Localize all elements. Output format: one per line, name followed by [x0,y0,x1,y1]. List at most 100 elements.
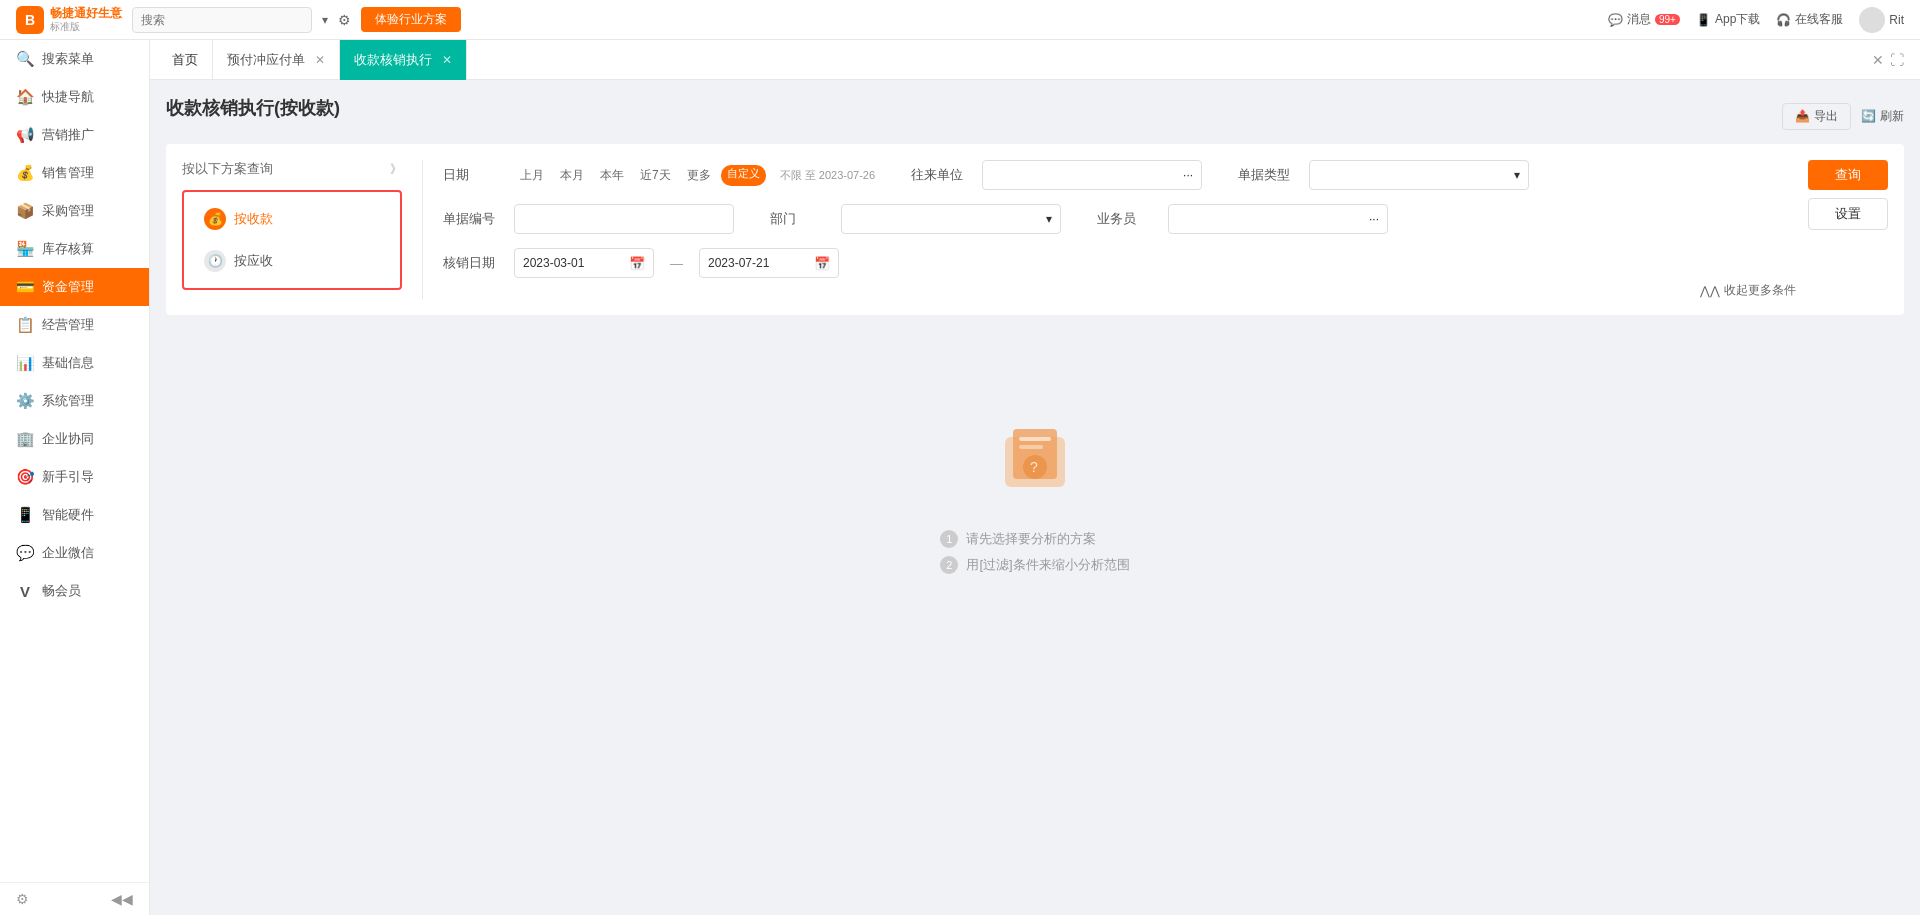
filter-option-by-receivable[interactable]: 🕐 按应收 [194,244,390,278]
date-prev-month-btn[interactable]: 上月 [514,165,550,186]
online-service-btn[interactable]: 🎧 在线客服 [1776,11,1843,28]
sidebar-item-sales[interactable]: 💰 销售管理 [0,154,149,192]
sidebar-item-search-menu[interactable]: 🔍 搜索菜单 [0,40,149,78]
tab-expand-btn[interactable]: ⛶ [1890,52,1904,68]
collapse-more: ⋀⋀ 收起更多条件 [443,282,1796,299]
filter-row-3: 核销日期 2023-03-01 📅 — 2023-07-21 📅 [443,248,1796,278]
sidebar-item-finance[interactable]: 💳 资金管理 [0,268,149,306]
date-custom-badge[interactable]: 自定义 [721,165,766,186]
receipt-icon: 💰 [204,208,226,230]
doc-type-label: 单据类型 [1238,166,1293,184]
filter-row-2: 单据编号 部门 ▾ 业务员 ··· [443,204,1796,234]
sidebar-item-wechat[interactable]: 💬 企业微信 [0,534,149,572]
page-title: 收款核销执行(按收款) [166,96,340,120]
system-icon: ⚙️ [16,392,34,410]
doc-no-label: 单据编号 [443,210,498,228]
tab-home[interactable]: 首页 [158,40,213,80]
home-icon: 🏠 [16,88,34,106]
sidebar-collapse-btn[interactable]: ◀◀ [111,891,133,907]
filter-option-by-receipt[interactable]: 💰 按收款 [194,202,390,236]
version-badge: 标准版 [50,21,122,33]
sidebar-item-purchase[interactable]: 📦 采购管理 [0,192,149,230]
sidebar: 🔍 搜索菜单 🏠 快捷导航 📢 营销推广 💰 销售管理 📦 采购管理 🏪 库存核… [0,40,150,915]
filter-rows: 日期 上月 本月 本年 近7天 更多 自定义 [443,160,1796,278]
date-label: 日期 [443,166,498,184]
date-this-year-btn[interactable]: 本年 [594,165,630,186]
user-area[interactable]: Rit [1859,7,1904,33]
calendar-end-icon: 📅 [814,256,830,271]
counterpart-label: 往来单位 [911,166,966,184]
industry-btn[interactable]: 体验行业方案 [361,7,461,32]
refresh-btn[interactable]: 🔄 刷新 [1861,103,1904,130]
query-btn[interactable]: 查询 [1808,160,1888,190]
tab-close-all-btn[interactable]: ✕ [1872,52,1884,68]
filter-left: 按以下方案查询 》 💰 按收款 🕐 按应收 [182,160,402,299]
sidebar-item-inventory[interactable]: 🏪 库存核算 [0,230,149,268]
sidebar-item-basic-info[interactable]: 📊 基础信息 [0,344,149,382]
top-header: B 畅捷通好生意 标准版 ▾ ⚙ 体验行业方案 💬 消息 99+ 📱 App下载… [0,0,1920,40]
filter-settings-btn[interactable]: 设置 [1808,198,1888,230]
settings-icon[interactable]: ⚙ [338,12,351,28]
user-name: Rit [1889,13,1904,27]
date-this-month-btn[interactable]: 本月 [554,165,590,186]
message-btn[interactable]: 💬 消息 99+ [1608,11,1680,28]
dept-select[interactable]: ▾ [841,204,1061,234]
search-input[interactable] [132,7,312,33]
inventory-icon: 🏪 [16,240,34,258]
tab-prepay[interactable]: 预付冲应付单 ✕ [213,40,340,80]
staff-select[interactable]: ··· [1168,204,1388,234]
search-dropdown-btn[interactable]: ▾ [322,13,328,27]
empty-illustration: ? [985,407,1085,510]
verify-date-end[interactable]: 2023-07-21 📅 [699,248,839,278]
doc-type-chevron: ▾ [1514,168,1520,182]
filter-actions: 查询 设置 [1808,160,1888,299]
doc-no-input[interactable] [514,204,734,234]
page-header-actions: 📤 导出 🔄 刷新 [1782,103,1904,130]
collapse-icon: ⋀⋀ [1700,284,1720,298]
svg-rect-2 [1019,437,1051,441]
counterpart-select[interactable]: ··· [982,160,1202,190]
avatar [1859,7,1885,33]
receivable-icon: 🕐 [204,250,226,272]
basic-info-icon: 📊 [16,354,34,372]
collapse-more-btn[interactable]: ⋀⋀ 收起更多条件 [1700,282,1796,299]
tab-receivable[interactable]: 收款核销执行 ✕ [340,40,467,80]
sidebar-item-member[interactable]: V 畅会员 [0,572,149,610]
verify-date-start[interactable]: 2023-03-01 📅 [514,248,654,278]
date-no-limit: 不限 至 2023-07-26 [780,168,875,183]
staff-dots: ··· [1369,212,1379,226]
empty-tips: 1 请先选择要分析的方案 2 用[过滤]条件来缩小分析范围 [940,530,1129,574]
sales-icon: 💰 [16,164,34,182]
filter-container: 按以下方案查询 》 💰 按收款 🕐 按应收 [166,144,1904,315]
tab-receivable-close[interactable]: ✕ [442,53,452,67]
logo-area: B 畅捷通好生意 标准版 [16,6,122,34]
sidebar-item-system[interactable]: ⚙️ 系统管理 [0,382,149,420]
sidebar-item-marketing[interactable]: 📢 营销推广 [0,116,149,154]
sidebar-item-operation[interactable]: 📋 经营管理 [0,306,149,344]
doc-type-select[interactable]: ▾ [1309,160,1529,190]
empty-tip-2: 2 用[过滤]条件来缩小分析范围 [940,556,1129,574]
staff-label: 业务员 [1097,210,1152,228]
dept-label: 部门 [770,210,825,228]
date-7days-btn[interactable]: 近7天 [634,165,677,186]
svg-text:?: ? [1030,459,1038,475]
sidebar-item-enterprise[interactable]: 🏢 企业协同 [0,420,149,458]
sidebar-settings-btn[interactable]: ⚙ [16,891,29,907]
enterprise-icon: 🏢 [16,430,34,448]
operation-icon: 📋 [16,316,34,334]
app-download-btn[interactable]: 📱 App下载 [1696,11,1760,28]
date-more-btn[interactable]: 更多 [681,165,717,186]
sidebar-item-quick-nav[interactable]: 🏠 快捷导航 [0,78,149,116]
sidebar-item-smart-hw[interactable]: 📱 智能硬件 [0,496,149,534]
sidebar-item-guide[interactable]: 🎯 新手引导 [0,458,149,496]
header-left: B 畅捷通好生意 标准版 ▾ ⚙ 体验行业方案 [16,6,461,34]
export-btn[interactable]: 📤 导出 [1782,103,1851,130]
tip-num-1: 1 [940,530,958,548]
refresh-icon: 🔄 [1861,109,1876,123]
message-badge: 99+ [1655,14,1680,25]
date-quick-buttons: 上月 本月 本年 近7天 更多 自定义 [514,165,766,186]
tab-prepay-close[interactable]: ✕ [315,53,325,67]
filter-collapse-btn[interactable]: 》 [390,161,402,178]
tab-actions: ✕ ⛶ [1864,52,1912,68]
date-range-separator: — [670,256,683,271]
